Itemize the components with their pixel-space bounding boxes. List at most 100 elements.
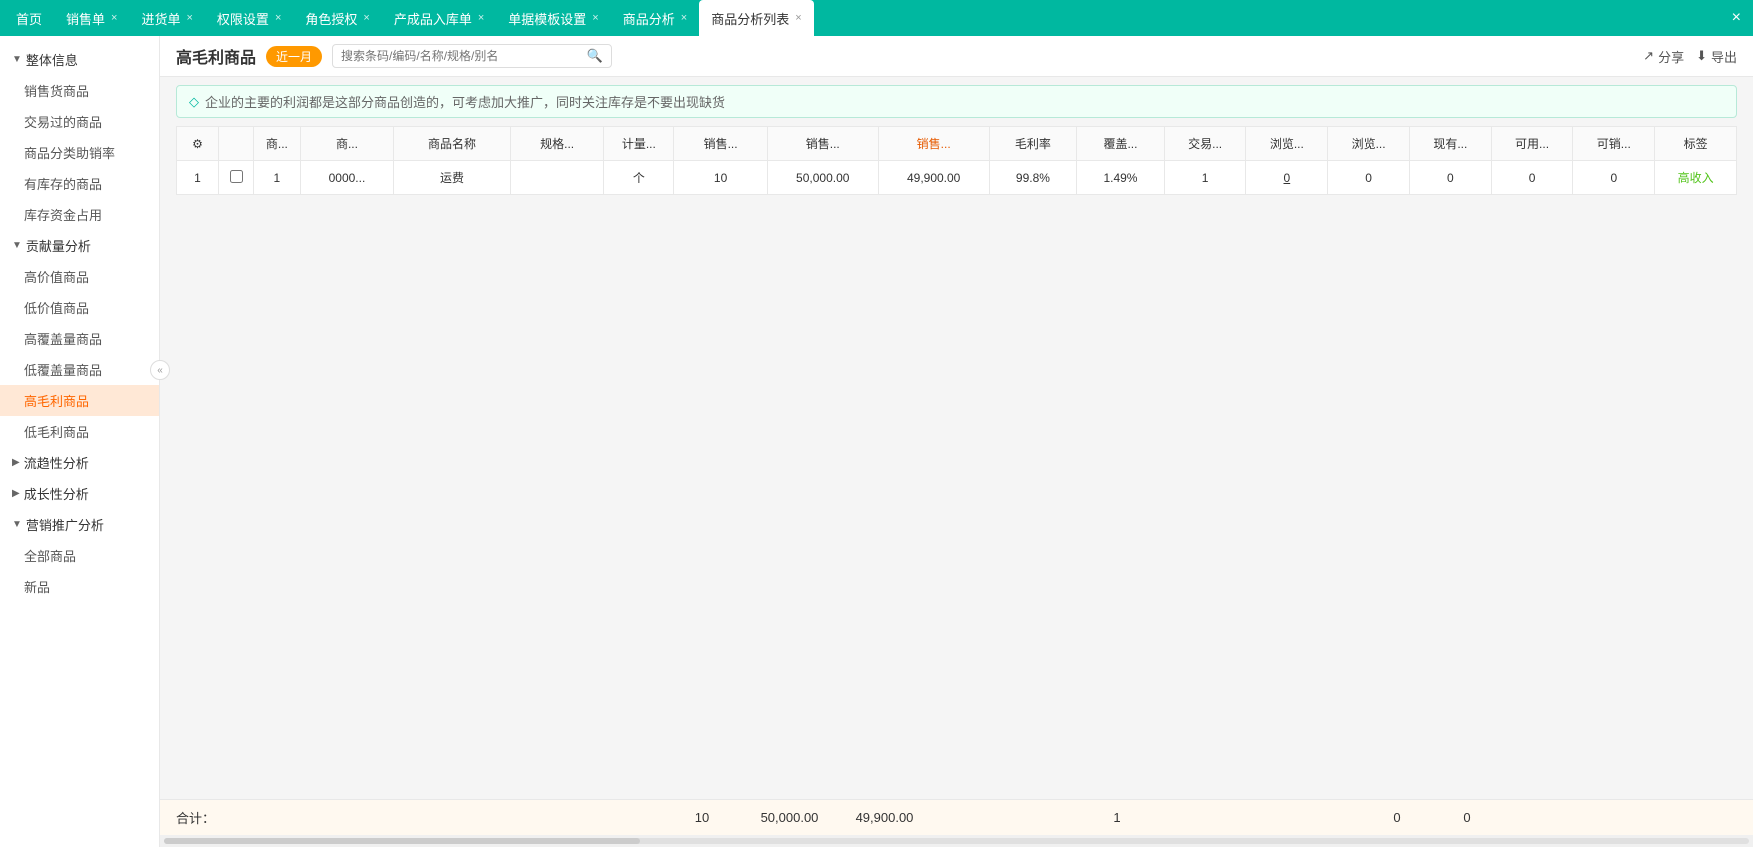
search-input[interactable] [341,49,583,63]
row-code: 0000... [300,161,393,195]
sidebar-group-contribution[interactable]: ▼ 贡献量分析 [0,230,159,261]
close-analysis-tab[interactable]: × [681,12,687,24]
footer-sale3: 49,900.00 [837,810,932,825]
footer-cells: 10 50,000.00 49,900.00 1 0 0 [236,810,1737,825]
col-cover-header: 覆盖... [1077,127,1165,161]
row-available: 0 [1491,161,1573,195]
row-unit: 个 [604,161,674,195]
col-settings[interactable]: ⚙ [177,127,219,161]
close-product-inbound-tab[interactable]: × [478,12,484,24]
row-no: 1 [177,161,219,195]
sidebar-group-overall[interactable]: ▼ 整体信息 [0,44,159,75]
footer-sale1: 10 [662,810,742,825]
row-current: 0 [1409,161,1491,195]
share-button[interactable]: ↗ 分享 [1643,47,1684,66]
row-checkbox-input[interactable] [230,170,243,183]
main-area: ▼ 整体信息 销售货商品 交易过的商品 商品分类助销率 有库存的商品 库存资金占… [0,36,1753,847]
col-current-header: 现有... [1409,127,1491,161]
col-no-header: 商... [254,127,301,161]
sidebar-item-high-margin[interactable]: 高毛利商品 [0,385,159,416]
col-checkbox [219,127,254,161]
row-seq: 1 [254,161,301,195]
row-sale3: 49,900.00 [878,161,989,195]
close-sales-tab[interactable]: × [111,12,117,24]
sidebar-item-stock-capital[interactable]: 库存资金占用 [0,199,159,230]
close-template-tab[interactable]: × [592,12,598,24]
col-trade-header: 交易... [1164,127,1246,161]
search-icon[interactable]: 🔍 [587,48,603,64]
table-wrapper: ⚙ 商... 商... 商品名称 规格... 计量... 销售... 销售...… [160,126,1753,799]
sidebar-item-traded-goods[interactable]: 交易过的商品 [0,106,159,137]
sidebar-item-category-rate[interactable]: 商品分类助销率 [0,137,159,168]
col-browse1-header: 浏览... [1246,127,1328,161]
sidebar-item-sales-goods[interactable]: 销售货商品 [0,75,159,106]
row-trade: 1 [1164,161,1246,195]
footer-totals: 合计： 10 50,000.00 49,900.00 1 0 0 [160,799,1753,835]
nav-tab-sales[interactable]: 销售单 × [54,0,129,36]
arrow-overall: ▼ [12,54,22,65]
arrow-flow: ▶ [12,457,20,468]
nav-tab-analysis[interactable]: 商品分析 × [611,0,699,36]
row-checkbox[interactable] [219,161,254,195]
filter-recent-month-button[interactable]: 近一月 [266,46,322,67]
nav-tab-product-inbound[interactable]: 产成品入库单 × [382,0,496,36]
content-header: 高毛利商品 近一月 🔍 ↗ 分享 ⬇ 导出 [160,36,1753,77]
col-sale3-header: 销售... [878,127,989,161]
sidebar-group-marketing[interactable]: ▼ 营销推广分析 [0,509,159,540]
close-role-tab[interactable]: × [363,12,369,24]
nav-tab-template[interactable]: 单据模板设置 × [496,0,610,36]
export-button[interactable]: ⬇ 导出 [1696,47,1737,66]
arrow-marketing: ▼ [12,519,22,530]
row-name: 运费 [394,161,511,195]
sidebar-item-low-coverage[interactable]: 低覆盖量商品 [0,354,159,385]
sidebar-wrapper: ▼ 整体信息 销售货商品 交易过的商品 商品分类助销率 有库存的商品 库存资金占… [0,36,160,847]
nav-tab-purchase[interactable]: 进货单 × [129,0,204,36]
row-tag: 高收入 [1655,161,1737,195]
footer-trade: 1 [1082,810,1152,825]
nav-tab-permission[interactable]: 权限设置 × [205,0,293,36]
scrollbar-thumb[interactable] [164,838,640,844]
close-all-button[interactable]: × [1724,5,1749,31]
row-browse1[interactable]: 0 [1246,161,1328,195]
sidebar-group-flow[interactable]: ▶ 流趋性分析 [0,447,159,478]
row-spec [510,161,603,195]
col-gross-header: 毛利率 [989,127,1077,161]
sidebar-item-stocked-goods[interactable]: 有库存的商品 [0,168,159,199]
info-icon: ◇ [189,94,199,110]
export-icon: ⬇ [1696,48,1707,64]
search-box[interactable]: 🔍 [332,44,612,68]
row-sale2: 50,000.00 [767,161,878,195]
horizontal-scrollbar[interactable] [160,835,1753,847]
col-sale2-header: 销售... [767,127,878,161]
close-permission-tab[interactable]: × [275,12,281,24]
sidebar-item-high-coverage[interactable]: 高覆盖量商品 [0,323,159,354]
col-name-header: 商品名称 [394,127,511,161]
row-browse2: 0 [1328,161,1410,195]
sidebar-item-low-margin[interactable]: 低毛利商品 [0,416,159,447]
tag-high-income: 高收入 [1678,171,1714,185]
arrow-growth: ▶ [12,488,20,499]
col-unit-header: 计量... [604,127,674,161]
footer-saleable: 0 [1432,810,1502,825]
nav-tab-analysis-list[interactable]: 商品分析列表 × [699,0,813,36]
close-purchase-tab[interactable]: × [186,12,192,24]
sidebar-group-growth[interactable]: ▶ 成长性分析 [0,478,159,509]
close-analysis-list-tab[interactable]: × [795,12,801,24]
sidebar-item-low-value[interactable]: 低价值商品 [0,292,159,323]
footer-label: 合计： [176,808,236,827]
col-tag-header: 标签 [1655,127,1737,161]
nav-tab-role[interactable]: 角色授权 × [293,0,381,36]
sidebar-item-all-goods[interactable]: 全部商品 [0,540,159,571]
footer-sale2: 50,000.00 [742,810,837,825]
header-actions: ↗ 分享 ⬇ 导出 [1643,47,1737,66]
row-cover: 1.49% [1077,161,1165,195]
sidebar-item-new-goods[interactable]: 新品 [0,571,159,602]
share-icon: ↗ [1643,48,1654,64]
col-browse2-header: 浏览... [1328,127,1410,161]
col-available-header: 可用... [1491,127,1573,161]
nav-tab-home[interactable]: 首页 [4,0,54,36]
col-saleable-header: 可销... [1573,127,1655,161]
page-title: 高毛利商品 [176,44,256,68]
sidebar-item-high-value[interactable]: 高价值商品 [0,261,159,292]
data-table: ⚙ 商... 商... 商品名称 规格... 计量... 销售... 销售...… [176,126,1737,195]
